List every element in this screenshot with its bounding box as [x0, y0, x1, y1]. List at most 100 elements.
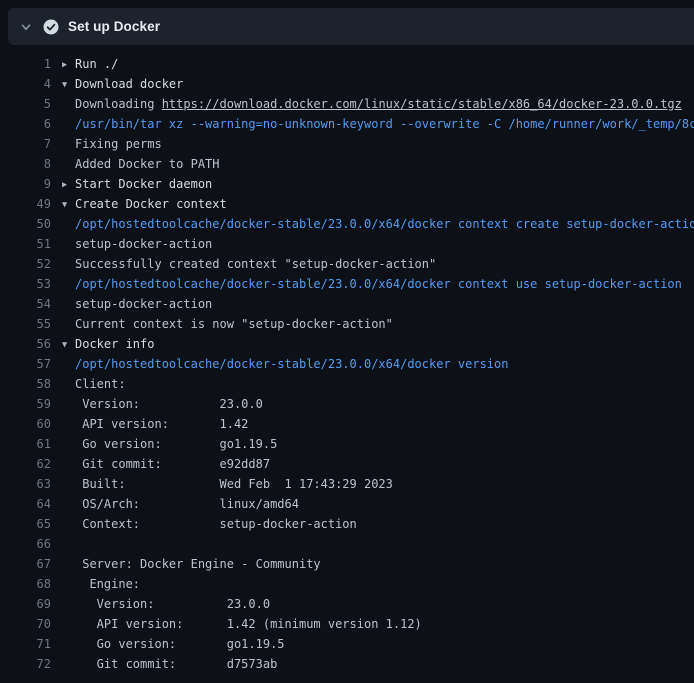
line-number[interactable]: 68 — [0, 574, 51, 594]
log-line: 49▼Create Docker context — [0, 194, 694, 214]
log-text: API version: 1.42 — [51, 414, 248, 434]
line-number[interactable]: 8 — [0, 154, 51, 174]
log-viewer: 1▶Run ./4▼Download docker5Downloading ht… — [0, 54, 694, 683]
log-line: 7Fixing perms — [0, 134, 694, 154]
line-number[interactable]: 70 — [0, 614, 51, 634]
log-text: Engine: — [51, 574, 140, 594]
group-toggle[interactable]: ▼Docker info — [51, 334, 154, 354]
log-text: OS/Arch: linux/amd64 — [51, 494, 299, 514]
line-number[interactable]: 58 — [0, 374, 51, 394]
log-line: 63 Built: Wed Feb 1 17:43:29 2023 — [0, 474, 694, 494]
line-number[interactable]: 6 — [0, 114, 51, 134]
log-line: 54setup-docker-action — [0, 294, 694, 314]
log-line: 56▼Docker info — [0, 334, 694, 354]
log-text: Git commit: e92dd87 — [51, 454, 270, 474]
log-line: 61 Go version: go1.19.5 — [0, 434, 694, 454]
log-line: 55Current context is now "setup-docker-a… — [0, 314, 694, 334]
log-line: 70 API version: 1.42 (minimum version 1.… — [0, 614, 694, 634]
chevron-expanded-icon: ▼ — [62, 75, 75, 94]
group-toggle[interactable]: ▼Create Docker context — [51, 194, 227, 214]
log-text: Successfully created context "setup-dock… — [51, 254, 436, 274]
log-line: 68 Engine: — [0, 574, 694, 594]
log-text: /opt/hostedtoolcache/docker-stable/23.0.… — [51, 354, 508, 374]
line-number[interactable]: 1 — [0, 54, 51, 74]
log-line: 62 Git commit: e92dd87 — [0, 454, 694, 474]
log-line: 5Downloading https://download.docker.com… — [0, 94, 694, 114]
log-text: Built: Wed Feb 1 17:43:29 2023 — [51, 474, 393, 494]
log-text: Context: setup-docker-action — [51, 514, 357, 534]
group-toggle[interactable]: ▶Start Docker daemon — [51, 174, 212, 194]
log-line: 52Successfully created context "setup-do… — [0, 254, 694, 274]
log-line: 1▶Run ./ — [0, 54, 694, 74]
line-number[interactable]: 51 — [0, 234, 51, 254]
line-number[interactable]: 49 — [0, 194, 51, 214]
log-line: 60 API version: 1.42 — [0, 414, 694, 434]
chevron-collapsed-icon: ▶ — [62, 175, 75, 194]
check-circle-icon — [43, 19, 59, 35]
group-toggle[interactable]: ▼Download docker — [51, 74, 183, 94]
line-number[interactable]: 55 — [0, 314, 51, 334]
log-text: setup-docker-action — [51, 234, 212, 254]
line-number[interactable]: 69 — [0, 594, 51, 614]
log-line: 57/opt/hostedtoolcache/docker-stable/23.… — [0, 354, 694, 374]
line-number[interactable]: 65 — [0, 514, 51, 534]
download-url-link[interactable]: https://download.docker.com/linux/static… — [162, 97, 682, 111]
line-number[interactable]: 63 — [0, 474, 51, 494]
log-text: Go version: go1.19.5 — [51, 634, 285, 654]
chevron-expanded-icon: ▼ — [62, 335, 75, 354]
line-number[interactable]: 67 — [0, 554, 51, 574]
log-line: 53/opt/hostedtoolcache/docker-stable/23.… — [0, 274, 694, 294]
log-text: Server: Docker Engine - Community — [51, 554, 321, 574]
log-line: 65 Context: setup-docker-action — [0, 514, 694, 534]
log-text: Current context is now "setup-docker-act… — [51, 314, 393, 334]
line-number[interactable]: 9 — [0, 174, 51, 194]
chevron-expanded-icon: ▼ — [62, 195, 75, 214]
step-header[interactable]: Set up Docker — [8, 8, 694, 45]
line-number[interactable]: 54 — [0, 294, 51, 314]
log-line: 8Added Docker to PATH — [0, 154, 694, 174]
log-text: /usr/bin/tar xz --warning=no-unknown-key… — [51, 114, 694, 134]
log-text — [51, 534, 75, 554]
line-number[interactable]: 61 — [0, 434, 51, 454]
line-number[interactable]: 72 — [0, 654, 51, 674]
log-line: 4▼Download docker — [0, 74, 694, 94]
log-text: Client: — [51, 374, 126, 394]
log-line: 51setup-docker-action — [0, 234, 694, 254]
group-toggle[interactable]: ▶Run ./ — [51, 54, 118, 74]
log-line: 64 OS/Arch: linux/amd64 — [0, 494, 694, 514]
line-number[interactable]: 66 — [0, 534, 51, 554]
chevron-collapsed-icon: ▶ — [62, 55, 75, 74]
log-line: 59 Version: 23.0.0 — [0, 394, 694, 414]
log-text: API version: 1.42 (minimum version 1.12) — [51, 614, 422, 634]
line-number[interactable]: 59 — [0, 394, 51, 414]
line-number[interactable]: 60 — [0, 414, 51, 434]
log-text: Downloading https://download.docker.com/… — [51, 94, 682, 114]
step-title: Set up Docker — [68, 19, 160, 34]
log-text: /opt/hostedtoolcache/docker-stable/23.0.… — [51, 214, 694, 234]
line-number[interactable]: 56 — [0, 334, 51, 354]
log-text: Version: 23.0.0 — [51, 394, 263, 414]
log-line: 6/usr/bin/tar xz --warning=no-unknown-ke… — [0, 114, 694, 134]
log-text: Git commit: d7573ab — [51, 654, 277, 674]
log-text: Fixing perms — [51, 134, 162, 154]
line-number[interactable]: 71 — [0, 634, 51, 654]
line-number[interactable]: 62 — [0, 454, 51, 474]
chevron-down-icon[interactable] — [18, 19, 34, 35]
line-number[interactable]: 5 — [0, 94, 51, 114]
line-number[interactable]: 4 — [0, 74, 51, 94]
log-line: 50/opt/hostedtoolcache/docker-stable/23.… — [0, 214, 694, 234]
line-number[interactable]: 52 — [0, 254, 51, 274]
log-text: Go version: go1.19.5 — [51, 434, 277, 454]
line-number[interactable]: 57 — [0, 354, 51, 374]
log-text: setup-docker-action — [51, 294, 212, 314]
line-number[interactable]: 7 — [0, 134, 51, 154]
log-line: 67 Server: Docker Engine - Community — [0, 554, 694, 574]
log-text: /opt/hostedtoolcache/docker-stable/23.0.… — [51, 274, 682, 294]
log-line: 72 Git commit: d7573ab — [0, 654, 694, 674]
line-number[interactable]: 64 — [0, 494, 51, 514]
line-number[interactable]: 53 — [0, 274, 51, 294]
log-line: 71 Go version: go1.19.5 — [0, 634, 694, 654]
log-text: Added Docker to PATH — [51, 154, 220, 174]
line-number[interactable]: 50 — [0, 214, 51, 234]
log-line: 69 Version: 23.0.0 — [0, 594, 694, 614]
